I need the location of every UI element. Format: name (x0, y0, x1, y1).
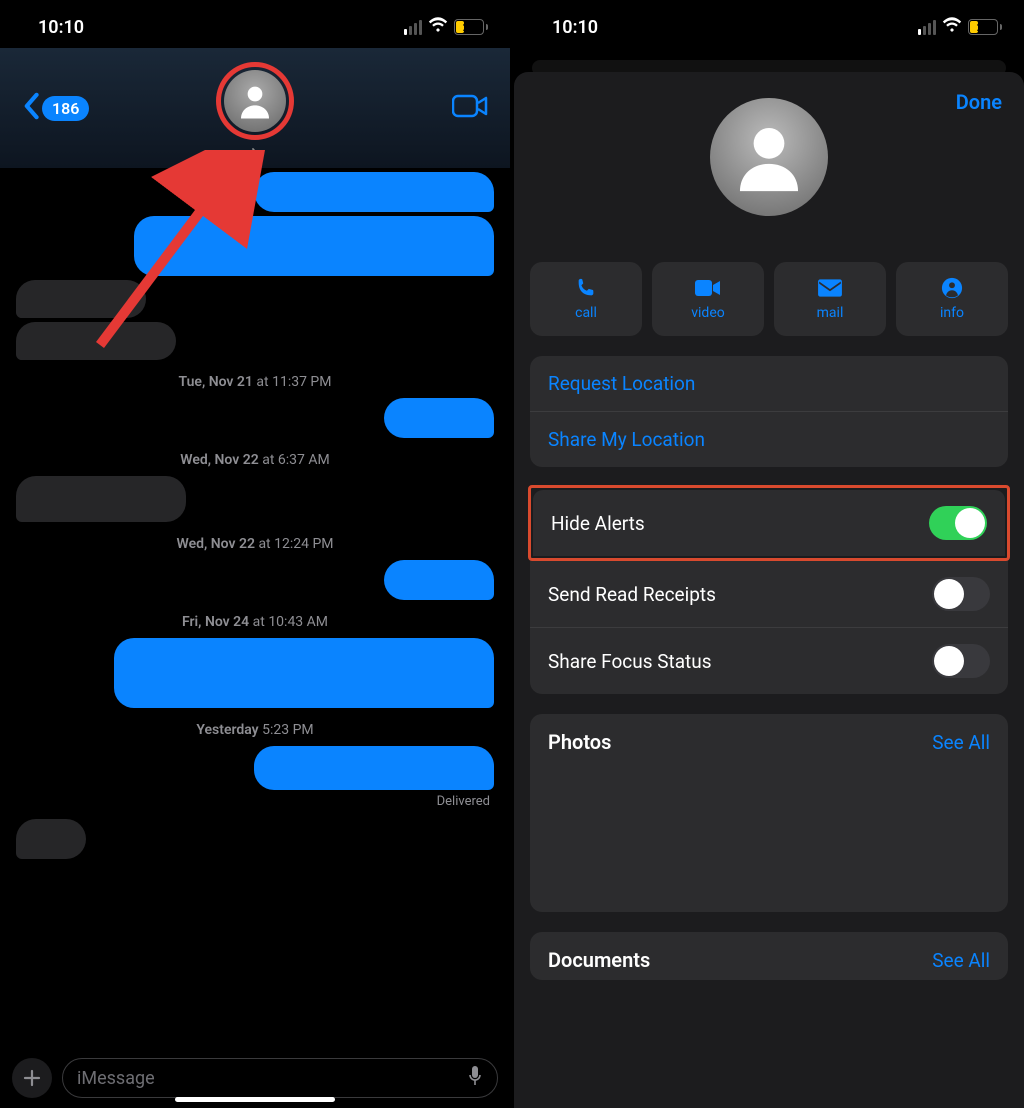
battery-icon: 26 (968, 19, 1002, 35)
unread-badge: 186 (42, 96, 89, 121)
hide-alerts-row[interactable]: Hide Alerts (533, 490, 1005, 556)
facetime-button[interactable] (452, 93, 488, 123)
info-person-icon (939, 277, 965, 299)
video-icon (695, 277, 721, 299)
timestamp: Wed, Nov 22 at 6:37 AM (0, 452, 510, 468)
message-bubble-out[interactable] (384, 398, 494, 438)
phone-icon (573, 277, 599, 299)
message-bubble-in[interactable] (16, 476, 186, 522)
focus-status-toggle[interactable] (932, 644, 990, 678)
attach-button[interactable] (12, 1058, 52, 1098)
timestamp: Fri, Nov 24 at 10:43 AM (0, 614, 510, 630)
delivered-label: Delivered (20, 794, 490, 809)
chevron-right-icon (216, 146, 294, 165)
status-bar: 10:10 26 (514, 0, 1024, 48)
done-button[interactable]: Done (956, 90, 1002, 114)
contact-details-screen: 10:10 26 Done call vi (514, 0, 1024, 1108)
read-receipts-label: Send Read Receipts (548, 583, 716, 606)
message-bubble-out[interactable] (254, 172, 494, 212)
wifi-icon (942, 17, 962, 38)
share-my-location-button[interactable]: Share My Location (530, 411, 1008, 467)
conversation-header: 186 (0, 48, 510, 168)
call-button[interactable]: call (530, 262, 642, 336)
message-bubble-in[interactable] (16, 819, 86, 859)
messages-screen: 10:10 26 186 (0, 0, 514, 1108)
message-bubble-out[interactable] (134, 216, 494, 276)
wifi-icon (428, 17, 448, 38)
timestamp: Tue, Nov 21 at 11:37 PM (0, 374, 510, 390)
hide-alerts-label: Hide Alerts (551, 512, 645, 535)
person-icon (224, 70, 286, 132)
photos-title: Photos (548, 730, 611, 754)
location-group: Request Location Share My Location (530, 356, 1008, 467)
message-bubble-out[interactable] (254, 746, 494, 790)
back-button[interactable]: 186 (22, 92, 89, 124)
annotation-circle (216, 62, 294, 140)
photos-grid[interactable] (530, 762, 1008, 912)
photos-section: Photos See All (530, 714, 1008, 912)
focus-status-label: Share Focus Status (548, 650, 712, 673)
documents-title: Documents (548, 948, 650, 972)
battery-icon: 26 (454, 19, 488, 35)
focus-status-row[interactable]: Share Focus Status (530, 627, 1008, 694)
chevron-left-icon (22, 92, 40, 124)
status-bar: 10:10 26 (0, 0, 510, 48)
home-indicator[interactable] (175, 1097, 335, 1102)
details-sheet: Done call video mail info Request Lo (514, 72, 1024, 1108)
message-input[interactable]: iMessage (62, 1058, 498, 1098)
photos-see-all-button[interactable]: See All (932, 731, 990, 754)
input-placeholder: iMessage (77, 1068, 155, 1089)
timestamp: Yesterday 5:23 PM (0, 722, 510, 738)
read-receipts-toggle[interactable] (932, 577, 990, 611)
message-list[interactable]: Tue, Nov 21 at 11:37 PM Wed, Nov 22 at 6… (0, 168, 510, 1028)
read-receipts-row[interactable]: Send Read Receipts (530, 561, 1008, 627)
cell-signal-icon (918, 20, 936, 35)
annotation-highlight: Hide Alerts (528, 485, 1010, 561)
status-time: 10:10 (38, 17, 84, 38)
message-bubble-in[interactable] (16, 322, 176, 360)
documents-see-all-button[interactable]: See All (932, 949, 990, 972)
contact-avatar-button[interactable] (216, 62, 294, 165)
video-button[interactable]: video (652, 262, 764, 336)
message-bubble-in[interactable] (16, 280, 146, 318)
contact-avatar[interactable] (710, 98, 828, 216)
request-location-button[interactable]: Request Location (530, 356, 1008, 411)
documents-section: Documents See All (530, 932, 1008, 980)
info-button[interactable]: info (896, 262, 1008, 336)
mic-icon[interactable] (467, 1065, 483, 1091)
timestamp: Wed, Nov 22 at 12:24 PM (0, 536, 510, 552)
message-bubble-out[interactable] (384, 560, 494, 600)
mail-icon (817, 277, 843, 299)
cell-signal-icon (404, 20, 422, 35)
mail-button[interactable]: mail (774, 262, 886, 336)
status-time: 10:10 (552, 17, 598, 38)
message-bubble-out[interactable] (114, 638, 494, 708)
hide-alerts-toggle[interactable] (929, 506, 987, 540)
action-row: call video mail info (514, 216, 1024, 336)
